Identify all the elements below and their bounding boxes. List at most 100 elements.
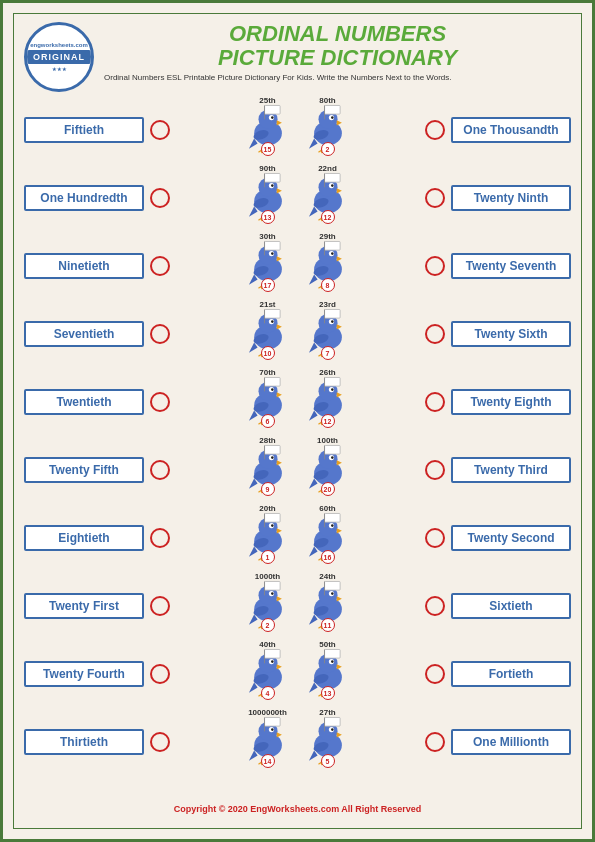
bird1-num-3: 10: [261, 346, 275, 360]
bird2-flag-5: 100th: [317, 436, 338, 445]
svg-marker-94: [276, 324, 281, 329]
svg-point-48: [331, 184, 334, 187]
bird2-num-0: 2: [321, 142, 335, 156]
svg-rect-283: [264, 717, 280, 726]
left-word-2: Ninetieth: [24, 253, 144, 279]
bird2-flag-8: 50th: [319, 640, 335, 649]
svg-rect-103: [264, 309, 280, 318]
bird1-flag-2: 30th: [259, 232, 275, 241]
birds-center-6: 20th 1 60th 16: [176, 504, 419, 572]
right-circle-1[interactable]: [425, 188, 445, 208]
svg-marker-126: [248, 410, 257, 420]
svg-point-273: [271, 728, 274, 731]
svg-marker-291: [308, 750, 317, 760]
left-circle-5[interactable]: [150, 460, 170, 480]
right-word-8: Fortieth: [451, 661, 571, 687]
right-circle-5[interactable]: [425, 460, 445, 480]
svg-point-183: [271, 524, 274, 527]
left-circle-1[interactable]: [150, 188, 170, 208]
left-circle-3[interactable]: [150, 324, 170, 344]
title-block: ORDINAL NUMBERS PICTURE DICTIONARY Ordin…: [104, 22, 571, 84]
row-6: Eightieth 20th 1: [24, 504, 571, 572]
svg-point-63: [271, 252, 274, 255]
bird2-num-6: 16: [321, 550, 335, 564]
svg-marker-6: [248, 138, 257, 148]
left-circle-0[interactable]: [150, 120, 170, 140]
birds-center-9: 1000000th 14 27th 5: [176, 708, 419, 776]
birds-center-0: 25th 15 80th 2: [176, 96, 419, 164]
bird2-flag-7: 24th: [319, 572, 335, 581]
svg-marker-229: [336, 596, 341, 601]
left-circle-2[interactable]: [150, 256, 170, 276]
svg-rect-28: [324, 105, 340, 114]
svg-rect-163: [264, 445, 280, 454]
birds-center-1: 90th 13 22nd 12: [176, 164, 419, 232]
row-3: Seventieth 21st 10: [24, 300, 571, 368]
right-circle-0[interactable]: [425, 120, 445, 140]
bird1-num-0: 15: [261, 142, 275, 156]
svg-rect-58: [324, 173, 340, 182]
bird1-wrap-0: 25th 15: [242, 102, 294, 158]
svg-point-3: [271, 116, 274, 119]
left-circle-9[interactable]: [150, 732, 170, 752]
left-word-3: Seventieth: [24, 321, 144, 347]
bird2-wrap-4: 26th 12: [302, 374, 354, 430]
right-circle-6[interactable]: [425, 528, 445, 548]
svg-marker-276: [248, 750, 257, 760]
right-word-5: Twenty Third: [451, 457, 571, 483]
bird2-wrap-8: 50th 13: [302, 646, 354, 702]
svg-rect-238: [324, 581, 340, 590]
bird2-num-1: 12: [321, 210, 335, 224]
birds-center-2: 30th 17 29th 8: [176, 232, 419, 300]
left-circle-6[interactable]: [150, 528, 170, 548]
svg-marker-261: [308, 682, 317, 692]
bird1-flag-9: 1000000th: [248, 708, 287, 717]
right-circle-9[interactable]: [425, 732, 445, 752]
svg-rect-43: [264, 173, 280, 182]
svg-marker-246: [248, 682, 257, 692]
footer: Copyright © 2020 EngWorksheets.com All R…: [14, 804, 581, 814]
bird2-num-9: 5: [321, 754, 335, 768]
bird2-num-4: 12: [321, 414, 335, 428]
svg-marker-34: [276, 188, 281, 193]
left-circle-7[interactable]: [150, 596, 170, 616]
left-circle-8[interactable]: [150, 664, 170, 684]
bird1-num-8: 4: [261, 686, 275, 700]
svg-point-243: [271, 660, 274, 663]
bird1-num-2: 17: [261, 278, 275, 292]
svg-rect-88: [324, 241, 340, 250]
right-circle-7[interactable]: [425, 596, 445, 616]
svg-point-288: [331, 728, 334, 731]
right-word-7: Sixtieth: [451, 593, 571, 619]
bird1-flag-6: 20th: [259, 504, 275, 513]
svg-rect-133: [264, 377, 280, 386]
right-circle-2[interactable]: [425, 256, 445, 276]
title-line1: ORDINAL NUMBERS: [104, 22, 571, 46]
bird1-wrap-9: 1000000th 14: [242, 714, 294, 770]
bird2-wrap-7: 24th 11: [302, 578, 354, 634]
svg-marker-201: [308, 546, 317, 556]
bird1-wrap-5: 28th 9: [242, 442, 294, 498]
bird2-flag-2: 29th: [319, 232, 335, 241]
left-word-4: Twentieth: [24, 389, 144, 415]
svg-marker-141: [308, 410, 317, 420]
right-circle-4[interactable]: [425, 392, 445, 412]
svg-marker-64: [276, 256, 281, 261]
bird2-num-3: 7: [321, 346, 335, 360]
svg-marker-4: [276, 120, 281, 125]
svg-marker-154: [276, 460, 281, 465]
row-5: Twenty Fifth 28th 9: [24, 436, 571, 504]
birds-center-7: 1000th 2 24th 11: [176, 572, 419, 640]
row-7: Twenty First 1000th 2: [24, 572, 571, 640]
left-circle-4[interactable]: [150, 392, 170, 412]
svg-marker-124: [276, 392, 281, 397]
svg-marker-66: [248, 274, 257, 284]
bird1-flag-1: 90th: [259, 164, 275, 173]
birds-center-8: 40th 4 50th 13: [176, 640, 419, 708]
right-circle-8[interactable]: [425, 664, 445, 684]
svg-marker-259: [336, 664, 341, 669]
right-circle-3[interactable]: [425, 324, 445, 344]
bird1-num-7: 2: [261, 618, 275, 632]
svg-marker-19: [336, 120, 341, 125]
bird2-flag-1: 22nd: [318, 164, 337, 173]
